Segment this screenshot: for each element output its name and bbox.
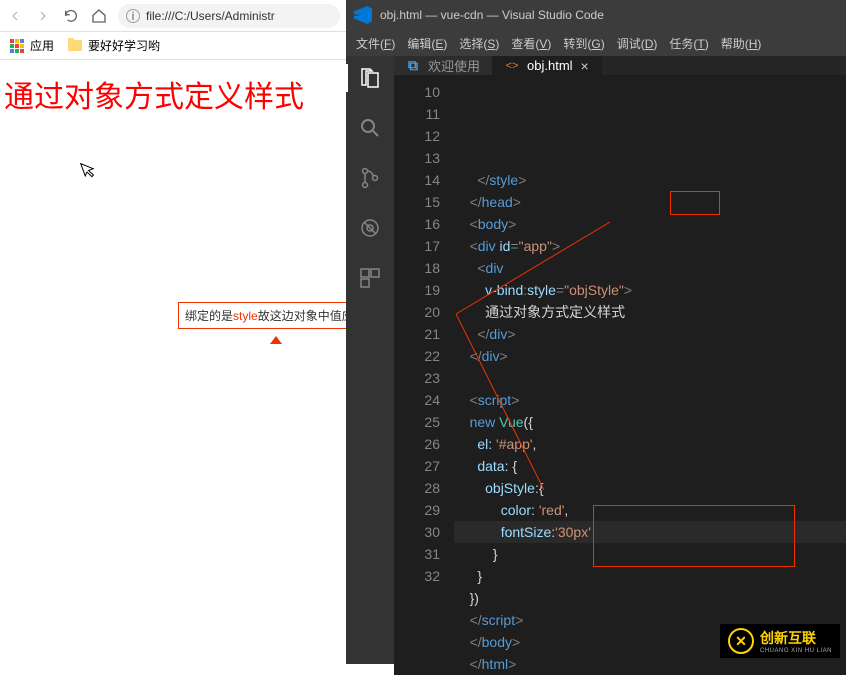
code-line[interactable]: </head>	[454, 191, 846, 213]
source-control-icon[interactable]	[356, 164, 384, 192]
info-icon: i	[126, 9, 140, 23]
menu-item[interactable]: 调试(D)	[613, 33, 662, 54]
apps-label: 应用	[30, 37, 54, 54]
code-line[interactable]: }	[454, 543, 846, 565]
watermark-text: 创新互联	[760, 630, 816, 646]
code-line[interactable]: })	[454, 587, 846, 609]
home-icon[interactable]	[90, 7, 108, 25]
vscode-logo-icon	[354, 6, 372, 24]
menu-item[interactable]: 帮助(H)	[717, 33, 766, 54]
browser-toolbar: i file:///C:/Users/Administr	[0, 0, 346, 32]
editor-tabs: ⧉ 欢迎使用 <> obj.html ×	[394, 56, 846, 75]
search-icon[interactable]	[356, 114, 384, 142]
code-line[interactable]: <body>	[454, 213, 846, 235]
menu-item[interactable]: 选择(S)	[455, 33, 503, 54]
annotation-keyword: style	[233, 309, 258, 323]
line-gutter: 1011121314151617181920212223242526272829…	[394, 75, 454, 675]
url-text: file:///C:/Users/Administr	[146, 9, 275, 23]
code-line[interactable]: color: 'red',	[454, 499, 846, 521]
apps-shortcut[interactable]: 应用	[10, 37, 54, 54]
titlebar[interactable]: obj.html — vue-cdn — Visual Studio Code	[346, 0, 846, 30]
code-line[interactable]: 通过对象方式定义样式	[454, 301, 846, 323]
menu-item[interactable]: 查看(V)	[507, 33, 555, 54]
bookmarks-bar: 应用 要好好学习哟	[0, 32, 346, 60]
code-line[interactable]: }	[454, 565, 846, 587]
tab-label: 欢迎使用	[428, 56, 480, 75]
menu-item[interactable]: 任务(T)	[665, 33, 712, 54]
apps-icon	[10, 39, 24, 53]
browser-pane: i file:///C:/Users/Administr 应用 要好好学习哟 通…	[0, 0, 346, 664]
close-icon[interactable]: ×	[581, 58, 589, 74]
code-line[interactable]: <div id="app">	[454, 235, 846, 257]
tab-label: obj.html	[527, 58, 573, 73]
html-file-icon: <>	[505, 59, 519, 73]
code-line[interactable]: fontSize:'30px'	[454, 521, 846, 543]
code-line[interactable]: new Vue({	[454, 411, 846, 433]
extensions-icon[interactable]	[356, 264, 384, 292]
back-icon[interactable]	[6, 7, 24, 25]
activity-bar	[346, 56, 394, 664]
code-line[interactable]: <div	[454, 257, 846, 279]
menu-item[interactable]: 转到(G)	[559, 33, 608, 54]
window-title: obj.html — vue-cdn — Visual Studio Code	[380, 8, 838, 22]
code-line[interactable]: </div>	[454, 345, 846, 367]
menu-item[interactable]: 文件(F)	[352, 33, 399, 54]
code-line[interactable]: data: {	[454, 455, 846, 477]
reload-icon[interactable]	[62, 7, 80, 25]
forward-icon[interactable]	[34, 7, 52, 25]
code-line[interactable]: el: '#app',	[454, 433, 846, 455]
editor-tab[interactable]: <> obj.html ×	[493, 56, 602, 75]
bookmark-item[interactable]: 要好好学习哟	[68, 37, 160, 54]
bookmark-label: 要好好学习哟	[88, 37, 160, 54]
code-line[interactable]: objStyle:{	[454, 477, 846, 499]
folder-icon	[68, 40, 82, 51]
watermark-mark-icon: ✕	[728, 628, 754, 654]
menu-item[interactable]: 编辑(E)	[403, 33, 451, 54]
debug-icon[interactable]	[356, 214, 384, 242]
code-line[interactable]: </style>	[454, 169, 846, 191]
vscode-window: obj.html — vue-cdn — Visual Studio Code …	[346, 0, 846, 664]
explorer-icon[interactable]	[356, 64, 384, 92]
annotation-pre: 绑定的是	[185, 309, 233, 323]
watermark-sub: CHUANG XIN HU LIAN	[760, 648, 832, 654]
vscode-icon: ⧉	[406, 59, 420, 73]
code-body[interactable]: </style> </head> <body> <div id="app"> <…	[454, 75, 846, 675]
code-editor[interactable]: 1011121314151617181920212223242526272829…	[394, 75, 846, 675]
code-line[interactable]: </div>	[454, 323, 846, 345]
code-line[interactable]: <script>	[454, 389, 846, 411]
page-heading: 通过对象方式定义样式	[4, 72, 342, 116]
page-content: 通过对象方式定义样式	[0, 60, 346, 128]
address-bar[interactable]: i file:///C:/Users/Administr	[118, 4, 340, 28]
code-line[interactable]	[454, 367, 846, 389]
editor-tab[interactable]: ⧉ 欢迎使用	[394, 56, 493, 75]
watermark-logo: ✕ 创新互联 CHUANG XIN HU LIAN	[720, 624, 840, 658]
code-line[interactable]: v-bind:style="objStyle">	[454, 279, 846, 301]
menubar: 文件(F)编辑(E)选择(S)查看(V)转到(G)调试(D)任务(T)帮助(H)	[346, 30, 846, 56]
